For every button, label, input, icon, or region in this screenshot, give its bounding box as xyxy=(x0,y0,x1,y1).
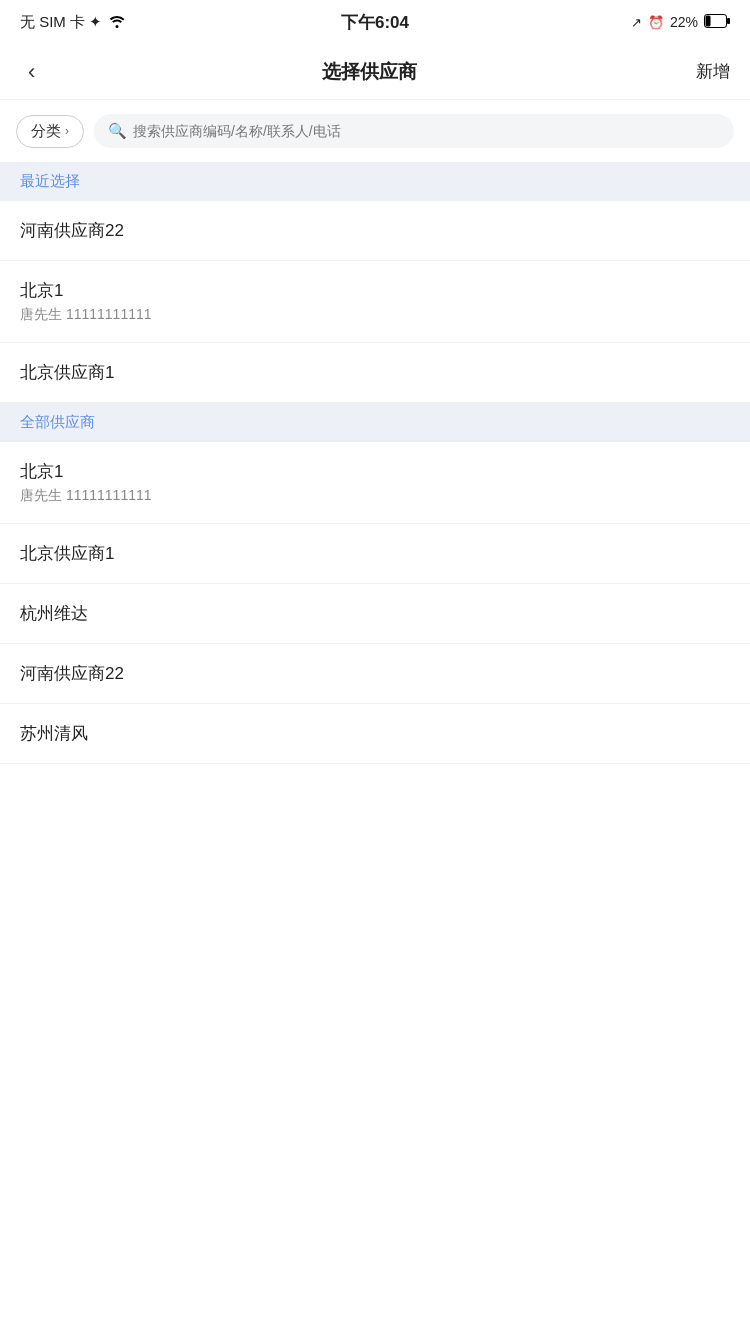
location-icon: ↗ xyxy=(631,15,642,30)
list-item[interactable]: 北京供应商1 xyxy=(0,524,750,584)
list-item[interactable]: 河南供应商22 xyxy=(0,201,750,261)
item-name: 北京供应商1 xyxy=(20,361,730,384)
all-label: 全部供应商 xyxy=(20,413,95,430)
status-time: 下午6:04 xyxy=(341,11,409,34)
svg-rect-2 xyxy=(706,15,711,26)
item-name: 苏州清风 xyxy=(20,722,730,745)
item-sub: 唐先生 11111111111 xyxy=(20,487,730,505)
chevron-right-icon: › xyxy=(65,124,69,138)
recent-list: 河南供应商22 北京1 唐先生 11111111111 北京供应商1 xyxy=(0,201,750,403)
battery-percent: 22% xyxy=(670,14,698,30)
recent-section-header: 最近选择 xyxy=(0,162,750,201)
search-bar: 分类 › 🔍 xyxy=(0,100,750,162)
list-item[interactable]: 苏州清风 xyxy=(0,704,750,764)
add-button[interactable]: 新增 xyxy=(696,60,730,83)
list-item[interactable]: 杭州维达 xyxy=(0,584,750,644)
sim-status: 无 SIM 卡 ✦ xyxy=(20,13,102,32)
search-icon: 🔍 xyxy=(108,122,127,140)
page-title: 选择供应商 xyxy=(322,59,417,85)
battery-icon xyxy=(704,14,730,31)
search-input[interactable] xyxy=(133,123,720,139)
svg-rect-1 xyxy=(727,18,730,24)
list-item[interactable]: 北京1 唐先生 11111111111 xyxy=(0,442,750,524)
list-item[interactable]: 北京供应商1 xyxy=(0,343,750,403)
alarm-icon: ⏰ xyxy=(648,15,664,30)
category-label: 分类 xyxy=(31,122,61,141)
back-button[interactable]: ‹ xyxy=(20,51,43,93)
category-button[interactable]: 分类 › xyxy=(16,115,84,148)
item-name: 北京供应商1 xyxy=(20,542,730,565)
list-item[interactable]: 河南供应商22 xyxy=(0,644,750,704)
recent-label: 最近选择 xyxy=(20,172,80,189)
nav-bar: ‹ 选择供应商 新增 xyxy=(0,44,750,100)
status-right: ↗ ⏰ 22% xyxy=(631,14,730,31)
search-input-wrapper[interactable]: 🔍 xyxy=(94,114,734,148)
wifi-icon xyxy=(108,14,126,31)
item-name: 河南供应商22 xyxy=(20,219,730,242)
item-sub: 唐先生 11111111111 xyxy=(20,306,730,324)
item-name: 杭州维达 xyxy=(20,602,730,625)
status-left: 无 SIM 卡 ✦ xyxy=(20,13,126,32)
item-name: 北京1 xyxy=(20,279,730,302)
status-bar: 无 SIM 卡 ✦ 下午6:04 ↗ ⏰ 22% xyxy=(0,0,750,44)
all-section-header: 全部供应商 xyxy=(0,403,750,442)
all-list: 北京1 唐先生 11111111111 北京供应商1 杭州维达河南供应商22 苏州清风 xyxy=(0,442,750,764)
item-name: 河南供应商22 xyxy=(20,662,730,685)
item-name: 北京1 xyxy=(20,460,730,483)
list-item[interactable]: 北京1 唐先生 11111111111 xyxy=(0,261,750,343)
